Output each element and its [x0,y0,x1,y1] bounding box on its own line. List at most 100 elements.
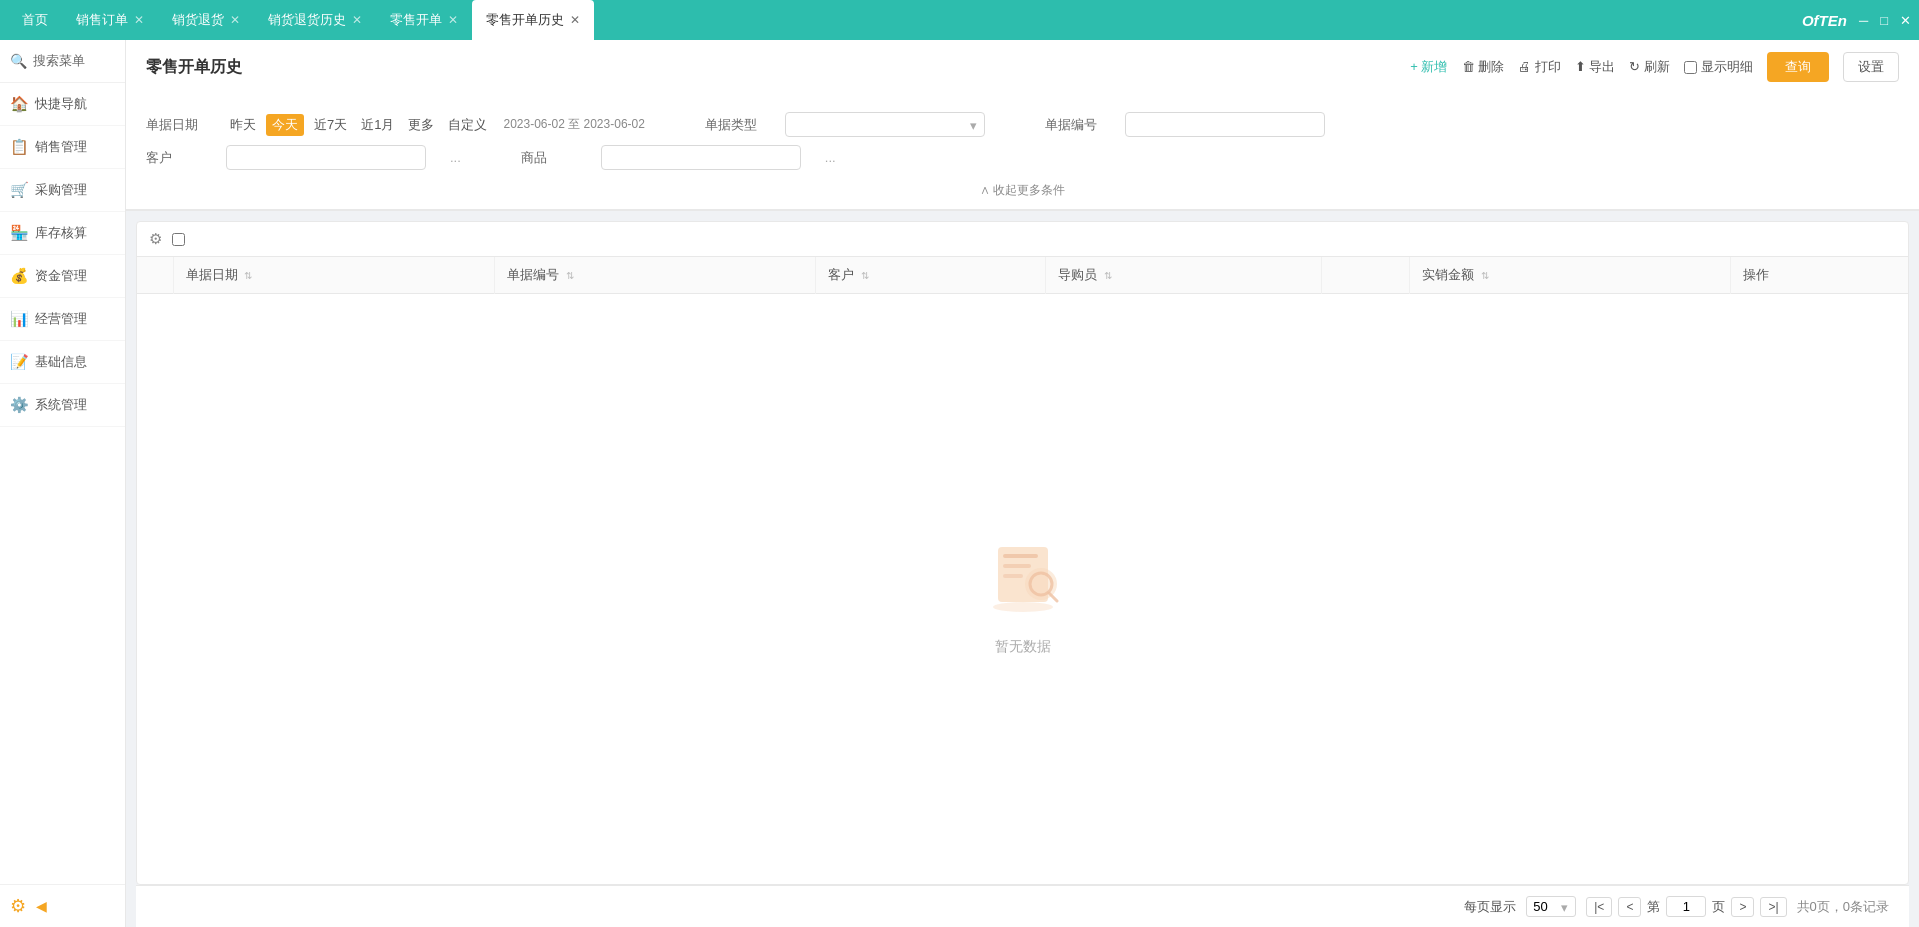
doc-type-select-wrapper [785,112,985,137]
date-range-text: 2023-06-02 至 2023-06-02 [503,116,644,133]
settings-icon[interactable]: ⚙ [10,895,26,917]
tab-sales-order-label: 销售订单 [76,11,128,29]
sidebar-item-system-mgmt[interactable]: ⚙️ 系统管理 [0,384,125,427]
next-page-btn[interactable]: > [1731,897,1754,917]
svg-point-0 [993,602,1053,612]
svg-rect-4 [1003,574,1023,578]
tab-sales-return-close[interactable]: ✕ [230,13,240,27]
sort-date-icon: ⇅ [244,270,252,281]
table-header-row: 单据日期 ⇅ 单据编号 ⇅ 客户 ⇅ 导购员 ⇅ [137,257,1908,294]
select-all-checkbox[interactable] [172,233,185,246]
sidebar-item-operations[interactable]: 📊 经营管理 [0,298,125,341]
date-opt-last1month[interactable]: 近1月 [357,114,398,136]
page-title-row: 零售开单历史 + 新增 🗑 删除 🖨 打印 ⬆ 导出 ↻ 刷新 显示明细 查询 … [126,40,1919,92]
col-amount[interactable]: 实销金额 ⇅ [1409,257,1730,294]
tab-home[interactable]: 首页 [8,0,62,40]
sidebar-item-basic-info-label: 基础信息 [35,353,87,371]
sidebar-item-basic-info[interactable]: 📝 基础信息 [0,341,125,384]
date-opt-custom[interactable]: 自定义 [444,114,491,136]
tab-sales-order[interactable]: 销售订单 ✕ [62,0,158,40]
date-opt-today[interactable]: 今天 [266,114,304,136]
display-detail-label: 显示明细 [1701,58,1753,76]
product-label: 商品 [521,149,581,167]
minimize-btn[interactable]: ─ [1859,13,1868,28]
tab-retail-open-close[interactable]: ✕ [448,13,458,27]
sidebar-item-sales-mgmt[interactable]: 📋 销售管理 [0,126,125,169]
sidebar-item-purchase-mgmt[interactable]: 🛒 采购管理 [0,169,125,212]
customer-label: 客户 [146,149,206,167]
collapse-bar[interactable]: ∧ 收起更多条件 [146,178,1899,199]
close-window-btn[interactable]: ✕ [1900,13,1911,28]
sidebar-search[interactable]: 🔍 搜索菜单 [0,40,125,83]
tab-sales-order-close[interactable]: ✕ [134,13,144,27]
total-text: 共0页，0条记录 [1797,898,1889,916]
prev-page-btn[interactable]: < [1618,897,1641,917]
last-page-btn[interactable]: >| [1760,897,1786,917]
pagination-nav: |< < 第 页 > >| [1586,896,1786,917]
maximize-btn[interactable]: □ [1880,13,1888,28]
tab-sales-return[interactable]: 销货退货 ✕ [158,0,254,40]
collapse-sidebar-icon[interactable]: ◀ [36,898,47,914]
page-input[interactable] [1666,896,1706,917]
toolbar: + 新增 🗑 删除 🖨 打印 ⬆ 导出 ↻ 刷新 显示明细 查询 设置 [1410,52,1899,82]
data-table: 单据日期 ⇅ 单据编号 ⇅ 客户 ⇅ 导购员 ⇅ [137,257,1908,294]
first-page-btn[interactable]: |< [1586,897,1612,917]
display-detail-toggle[interactable]: 显示明细 [1684,58,1753,76]
query-button[interactable]: 查询 [1767,52,1829,82]
per-page-select[interactable]: 10 20 50 100 [1526,896,1576,917]
date-opt-yesterday[interactable]: 昨天 [226,114,260,136]
customer-input[interactable] [226,145,426,170]
product-dots[interactable]: ... [825,150,836,165]
page-header-section: 零售开单历史 + 新增 🗑 删除 🖨 打印 ⬆ 导出 ↻ 刷新 显示明细 查询 … [126,40,1919,211]
date-label: 单据日期 [146,116,206,134]
sidebar-item-quick-nav[interactable]: 🏠 快捷导航 [0,83,125,126]
sidebar-item-finance-label: 资金管理 [35,267,87,285]
purchase-icon: 🛒 [10,181,29,199]
svg-rect-3 [1003,564,1031,568]
product-input[interactable] [601,145,801,170]
table-toolbar: ⚙ [137,222,1908,257]
date-options: 昨天 今天 近7天 近1月 更多 自定义 2023-06-02 至 2023-0… [226,114,645,136]
sidebar-item-finance[interactable]: 💰 资金管理 [0,255,125,298]
col-salesperson[interactable]: 导购员 ⇅ [1046,257,1322,294]
refresh-button[interactable]: ↻ 刷新 [1629,58,1670,76]
sidebar-item-operations-label: 经营管理 [35,310,87,328]
page-title: 零售开单历史 [146,57,242,78]
print-button[interactable]: 🖨 打印 [1518,58,1561,76]
empty-text: 暂无数据 [995,638,1051,656]
doc-type-select[interactable] [785,112,985,137]
col-date[interactable]: 单据日期 ⇅ [173,257,494,294]
page-label: 第 [1647,898,1660,916]
doc-type-label: 单据类型 [705,116,765,134]
tab-sales-return-history-close[interactable]: ✕ [352,13,362,27]
sidebar-bottom: ⚙ ◀ [0,884,125,927]
sort-customer-icon: ⇅ [861,270,869,281]
doc-no-input[interactable] [1125,112,1325,137]
page-label-2: 页 [1712,898,1725,916]
table-settings-icon[interactable]: ⚙ [149,230,162,248]
tab-home-label: 首页 [22,11,48,29]
col-customer[interactable]: 客户 ⇅ [816,257,1046,294]
per-page-label: 每页显示 [1464,898,1516,916]
date-opt-last7days[interactable]: 近7天 [310,114,351,136]
customer-dots[interactable]: ... [450,150,461,165]
date-opt-more[interactable]: 更多 [404,114,438,136]
col-no[interactable]: 单据编号 ⇅ [494,257,815,294]
add-button[interactable]: + 新增 [1410,58,1447,76]
col-spacer [1322,257,1410,294]
tab-retail-open-history[interactable]: 零售开单历史 ✕ [472,0,594,40]
delete-button[interactable]: 🗑 删除 [1462,58,1505,76]
tab-sales-return-label: 销货退货 [172,11,224,29]
tab-retail-open-history-close[interactable]: ✕ [570,13,580,27]
setting-button[interactable]: 设置 [1843,52,1899,82]
sidebar-search-label: 搜索菜单 [33,52,85,70]
search-icon: 🔍 [10,53,27,69]
sidebar-item-inventory[interactable]: 🏪 库存核算 [0,212,125,255]
tab-sales-return-history[interactable]: 销货退货历史 ✕ [254,0,376,40]
home-icon: 🏠 [10,95,29,113]
export-button[interactable]: ⬆ 导出 [1575,58,1616,76]
tab-bar-right: OfTEn ─ □ ✕ [1802,12,1911,29]
sidebar-item-purchase-mgmt-label: 采购管理 [35,181,87,199]
display-detail-checkbox[interactable] [1684,61,1697,74]
tab-retail-open[interactable]: 零售开单 ✕ [376,0,472,40]
